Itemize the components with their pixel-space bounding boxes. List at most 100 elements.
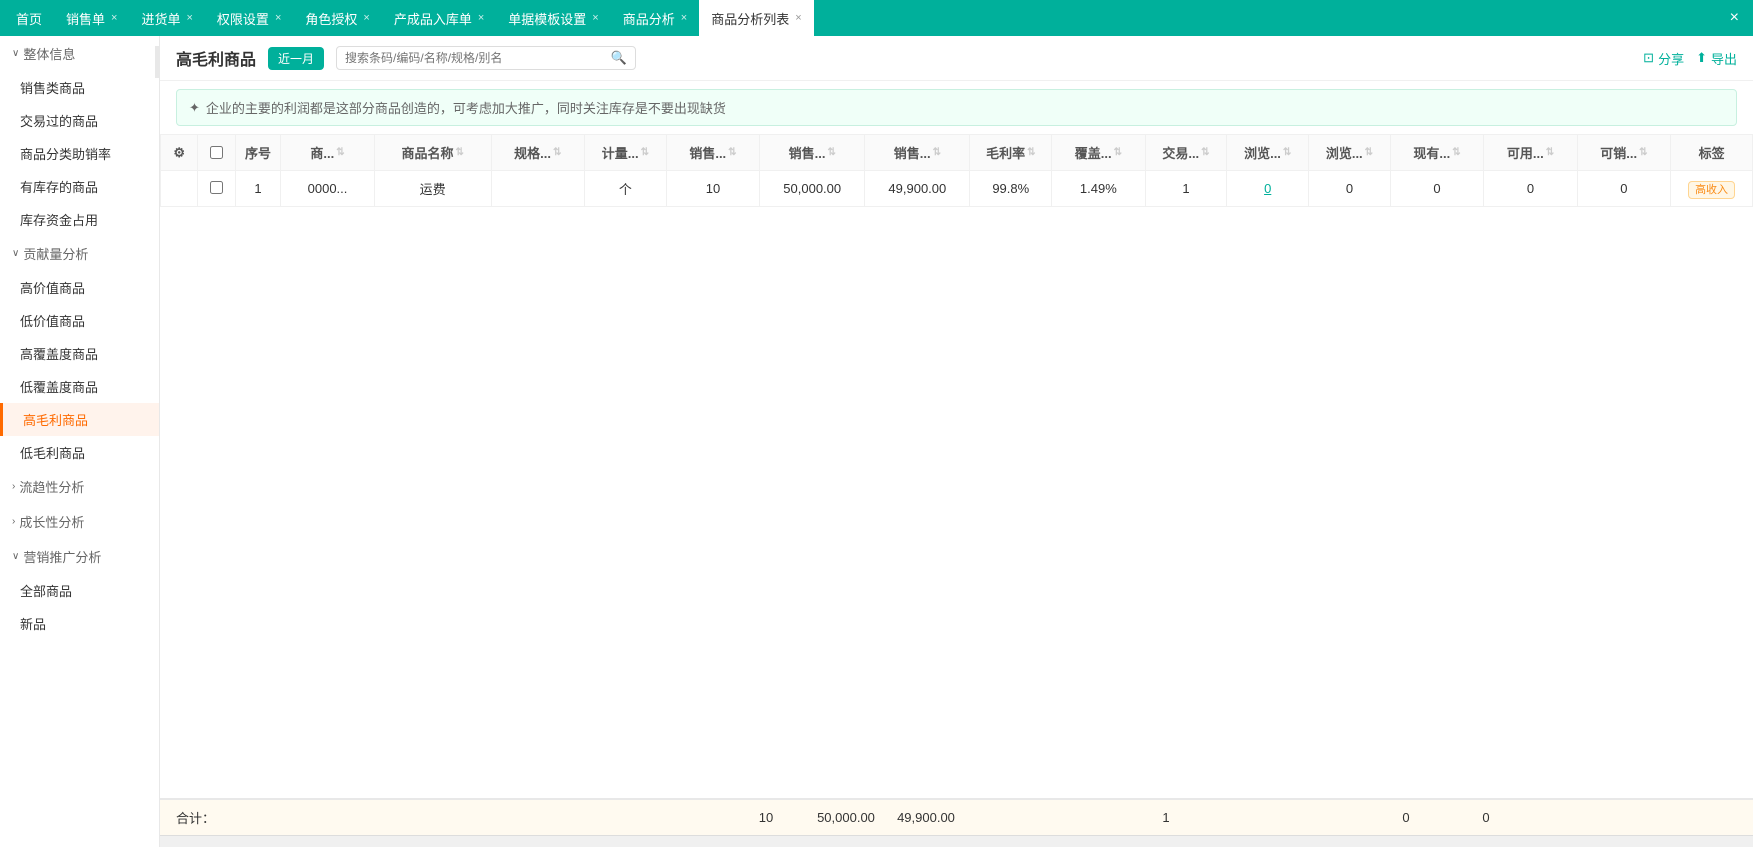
th-coverage[interactable]: 覆盖...⇅: [1052, 135, 1145, 171]
cell-checkbox[interactable]: [198, 171, 235, 207]
time-filter-button[interactable]: 近一月: [268, 47, 324, 70]
table-container: ⚙ 序号 商...⇅ 商品名称⇅: [160, 134, 1753, 798]
group-arrow-contribution: ∨: [12, 248, 19, 259]
select-all-checkbox[interactable]: [210, 146, 223, 159]
th-unit[interactable]: 计量...⇅: [584, 135, 666, 171]
sidebar-group-contribution[interactable]: ∨ 贡献量分析: [0, 236, 159, 271]
cell-tag: 高收入: [1671, 171, 1753, 207]
th-available[interactable]: 可用...⇅: [1484, 135, 1577, 171]
sort-icon-current-stock[interactable]: ⇅: [1452, 147, 1460, 158]
footer-sales-amount: 50,000.00: [806, 810, 886, 825]
nav-finished-goods[interactable]: 产成品入库单 ×: [382, 0, 496, 36]
cell-gross-margin: 99.8%: [970, 171, 1052, 207]
footer-sales-qty: 10: [726, 810, 806, 825]
sidebar-item-new-goods[interactable]: 新品: [0, 607, 159, 640]
info-icon: ✦: [189, 100, 200, 116]
th-trade[interactable]: 交易...⇅: [1145, 135, 1227, 171]
sidebar-item-traded-goods[interactable]: 交易过的商品: [0, 104, 159, 137]
content-area: 高毛利商品 近一月 🔍 ⊡ 分享 ⬆ 导出 ✦ 企业的主要的利润都是这部分商品创…: [160, 36, 1753, 847]
th-browse2[interactable]: 浏览...⇅: [1309, 135, 1391, 171]
sort-icon-sales-qty[interactable]: ⇅: [728, 147, 736, 158]
footer-total-row: 合计： 10 50,000.00 49,900.00 1 0 0: [160, 798, 1753, 835]
th-sales-profit[interactable]: 销售...⇅: [865, 135, 970, 171]
sort-icon-browse2[interactable]: ⇅: [1365, 147, 1373, 158]
th-code[interactable]: 商...⇅: [281, 135, 374, 171]
sidebar-item-low-margin[interactable]: 低毛利商品: [0, 436, 159, 469]
nav-role-auth[interactable]: 角色授权 ×: [293, 0, 381, 36]
nav-purchase-order[interactable]: 进货单 ×: [129, 0, 204, 36]
footer-available: 0: [1446, 810, 1526, 825]
cell-spec: [491, 171, 584, 207]
close-finished-goods[interactable]: ×: [478, 12, 484, 24]
sidebar-group-marketing[interactable]: ∨ 营销推广分析: [0, 539, 159, 574]
sort-icon-code[interactable]: ⇅: [336, 147, 344, 158]
sort-icon-spec[interactable]: ⇅: [553, 147, 561, 158]
row-checkbox[interactable]: [210, 181, 223, 194]
close-purchase-order[interactable]: ×: [186, 12, 192, 24]
sort-icon-sales-amount[interactable]: ⇅: [827, 147, 835, 158]
sort-icon-browse1[interactable]: ⇅: [1283, 147, 1291, 158]
search-icon[interactable]: 🔍: [611, 50, 627, 66]
th-saleable[interactable]: 可销...⇅: [1577, 135, 1670, 171]
th-sales-amount[interactable]: 销售...⇅: [760, 135, 865, 171]
sidebar-group-growth[interactable]: › 成长性分析: [0, 504, 159, 539]
sort-icon-saleable[interactable]: ⇅: [1639, 147, 1647, 158]
sidebar-item-low-coverage[interactable]: 低覆盖度商品: [0, 370, 159, 403]
close-product-analysis-list[interactable]: ×: [795, 12, 801, 24]
close-role-auth[interactable]: ×: [363, 12, 369, 24]
sort-icon-trade[interactable]: ⇅: [1201, 147, 1209, 158]
th-sales-qty[interactable]: 销售...⇅: [666, 135, 759, 171]
sidebar-item-high-coverage[interactable]: 高覆盖度商品: [0, 337, 159, 370]
close-permission-settings[interactable]: ×: [275, 12, 281, 24]
table-header-row: ⚙ 序号 商...⇅ 商品名称⇅: [161, 135, 1753, 171]
nav-template-settings[interactable]: 单据模板设置 ×: [496, 0, 610, 36]
sidebar-collapse-button[interactable]: «: [155, 46, 160, 78]
nav-permission-settings[interactable]: 权限设置 ×: [205, 0, 293, 36]
nav-sales-order[interactable]: 销售单 ×: [54, 0, 129, 36]
nav-home[interactable]: 首页: [4, 0, 54, 36]
sidebar-item-high-margin[interactable]: 高毛利商品: [0, 403, 159, 436]
cell-sales-amount: 50,000.00: [760, 171, 865, 207]
footer-trade: 1: [1126, 810, 1206, 825]
group-arrow-trend: ›: [12, 481, 15, 492]
nav-product-analysis-list[interactable]: 商品分析列表 ×: [699, 0, 813, 36]
th-settings[interactable]: ⚙: [161, 135, 198, 171]
sidebar-group-overall-info[interactable]: ∨ 整体信息: [0, 36, 159, 71]
export-button[interactable]: ⬆ 导出: [1696, 49, 1737, 68]
group-arrow-marketing: ∨: [12, 551, 19, 562]
close-sales-order[interactable]: ×: [111, 12, 117, 24]
th-current-stock[interactable]: 现有...⇅: [1390, 135, 1483, 171]
sort-icon-gross-margin[interactable]: ⇅: [1027, 147, 1035, 158]
sidebar-item-category-sales-rate[interactable]: 商品分类助销率: [0, 137, 159, 170]
sidebar-item-in-stock-goods[interactable]: 有库存的商品: [0, 170, 159, 203]
close-all-tabs[interactable]: ×: [1720, 9, 1749, 27]
th-name[interactable]: 商品名称⇅: [374, 135, 491, 171]
nav-product-analysis[interactable]: 商品分析 ×: [611, 0, 699, 36]
sidebar-item-high-value[interactable]: 高价值商品: [0, 271, 159, 304]
sort-icon-name[interactable]: ⇅: [455, 147, 463, 158]
sidebar-item-stock-capital[interactable]: 库存资金占用: [0, 203, 159, 236]
info-banner: ✦ 企业的主要的利润都是这部分商品创造的，可考虑加大推广，同时关注库存是不要出现…: [176, 89, 1737, 126]
sidebar-item-all-goods[interactable]: 全部商品: [0, 574, 159, 607]
sidebar-item-low-value[interactable]: 低价值商品: [0, 304, 159, 337]
tag-high-income: 高收入: [1688, 181, 1735, 199]
th-spec[interactable]: 规格...⇅: [491, 135, 584, 171]
sidebar-item-sales-goods[interactable]: 销售类商品: [0, 71, 159, 104]
cell-browse1[interactable]: 0: [1227, 171, 1309, 207]
th-gross-margin[interactable]: 毛利率⇅: [970, 135, 1052, 171]
th-checkbox[interactable]: [198, 135, 235, 171]
sort-icon-unit[interactable]: ⇅: [641, 147, 649, 158]
sidebar-group-trend[interactable]: › 流趋性分析: [0, 469, 159, 504]
cell-settings: [161, 171, 198, 207]
sort-icon-coverage[interactable]: ⇅: [1114, 147, 1122, 158]
horizontal-scrollbar[interactable]: [160, 835, 1753, 847]
sort-icon-available[interactable]: ⇅: [1546, 147, 1554, 158]
th-browse1[interactable]: 浏览...⇅: [1227, 135, 1309, 171]
close-product-analysis[interactable]: ×: [681, 12, 687, 24]
close-template-settings[interactable]: ×: [592, 12, 598, 24]
table-row: 1 0000... 运费 个 10 50,000.00 49,900.00 99…: [161, 171, 1753, 207]
sidebar: « ∨ 整体信息 销售类商品 交易过的商品 商品分类助销率 有库存的商品 库存资…: [0, 36, 160, 847]
sort-icon-sales-profit[interactable]: ⇅: [933, 147, 941, 158]
search-input[interactable]: [345, 51, 611, 65]
share-button[interactable]: ⊡ 分享: [1643, 49, 1684, 68]
